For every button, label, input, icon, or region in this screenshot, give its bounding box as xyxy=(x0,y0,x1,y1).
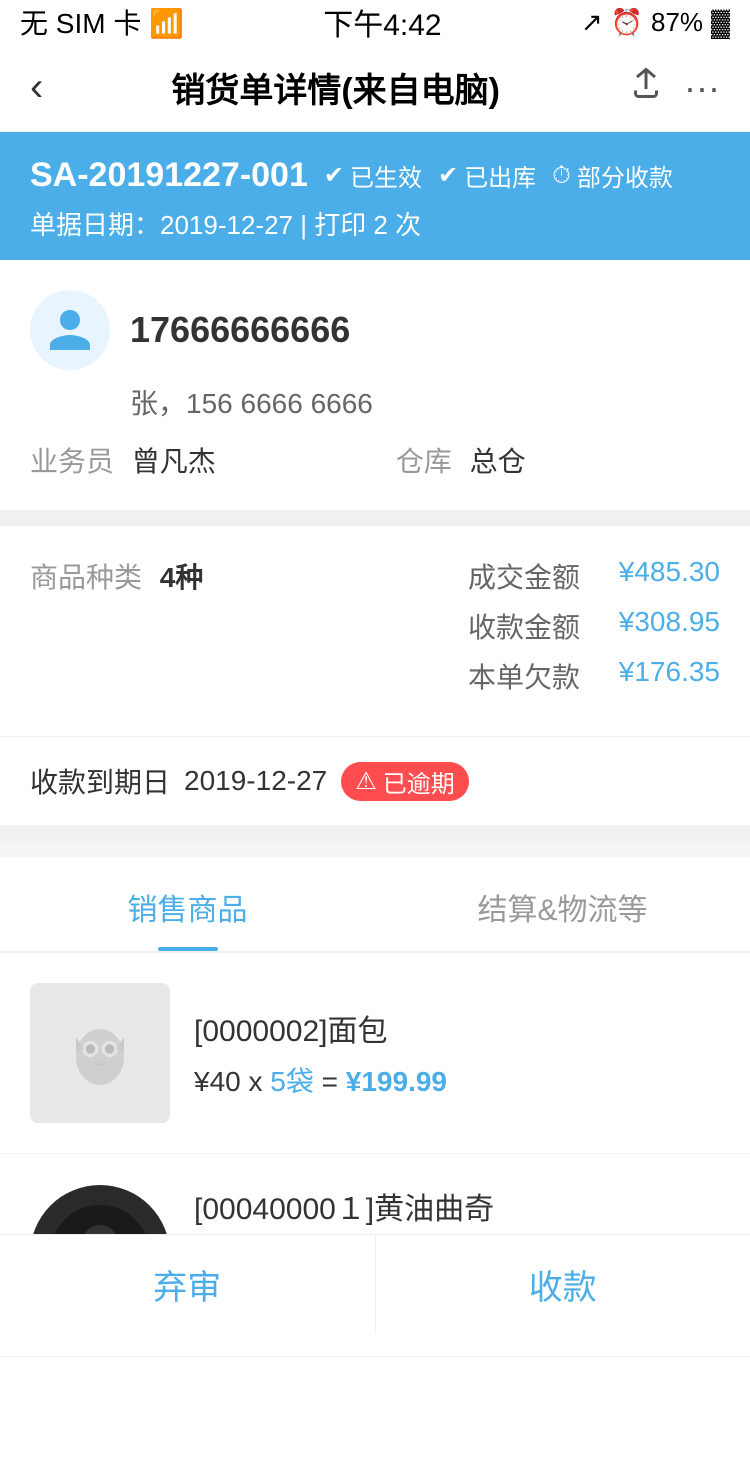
transaction-row: 成交金额 ¥485.30 xyxy=(468,556,720,596)
status-effected: ✔ 已生效 xyxy=(324,158,422,193)
location-icon: ↗ xyxy=(581,7,603,38)
due-date: 2019-12-27 xyxy=(184,765,327,797)
status-time: 下午4:42 xyxy=(323,0,441,44)
product-name-2: [00040000１]黄油曲奇 xyxy=(194,1184,720,1228)
tab-settlement[interactable]: 结算&物流等 xyxy=(375,857,750,951)
product-info-1: [0000002]面包 ¥40 x 5袋 = ¥199.99 xyxy=(194,1006,720,1100)
share-icon[interactable] xyxy=(628,65,664,110)
clock-icon: ⏱ xyxy=(552,162,571,190)
warning-icon: ⚠ xyxy=(355,767,377,796)
product-types: 商品种类 4种 xyxy=(30,556,203,596)
status-partial: ⏱ 部分收款 xyxy=(552,158,673,193)
product-name-1: [0000002]面包 xyxy=(194,1006,720,1050)
customer-name: 张，156 6666 6666 xyxy=(130,382,720,422)
confirm-button[interactable]: 收款 xyxy=(376,1235,750,1334)
due-date-section: 收款到期日 2019-12-27 ⚠ 已逾期 xyxy=(0,736,750,825)
tabs-section: 销售商品 结算&物流等 xyxy=(0,857,750,1477)
overdue-badge: ⚠ 已逾期 xyxy=(341,762,469,801)
received-row: 收款金额 ¥308.95 xyxy=(468,606,720,646)
due-label: 收款到期日 xyxy=(30,761,170,801)
nav-actions: ··· xyxy=(628,65,720,110)
order-date: 单据日期：2019-12-27 | 打印 2 次 xyxy=(30,205,720,242)
product-item: [0000002]面包 ¥40 x 5袋 = ¥199.99 xyxy=(0,953,750,1154)
divider-2 xyxy=(0,825,750,841)
owed-row: 本单欠款 ¥176.35 xyxy=(468,656,720,696)
alarm-icon: ⏰ xyxy=(611,7,643,38)
cancel-button[interactable]: 弃审 xyxy=(0,1235,376,1334)
product-price-1: ¥40 x 5袋 = ¥199.99 xyxy=(194,1060,720,1100)
customer-avatar xyxy=(30,290,110,370)
check-icon: ✔ xyxy=(324,161,344,190)
nav-bar: ‹ 销货单详情(来自电脑) ··· xyxy=(0,44,750,132)
customer-section: 17666666666 张，156 6666 6666 业务员 曾凡杰 仓库 总… xyxy=(0,260,750,510)
battery-icon: ▓ xyxy=(711,7,730,38)
status-bar: 无 SIM 卡 📶 下午4:42 ↗ ⏰ 87% ▓ xyxy=(0,0,750,44)
order-id: SA-20191227-001 xyxy=(30,156,308,195)
bottom-bar: 弃审 收款 xyxy=(0,1234,750,1334)
warehouse: 仓库 总仓 xyxy=(396,440,526,480)
tab-sales-products[interactable]: 销售商品 xyxy=(0,857,375,951)
divider-1 xyxy=(0,510,750,526)
product-image-1 xyxy=(30,983,170,1123)
summary-section: 商品种类 4种 成交金额 ¥485.30 收款金额 ¥308.95 本单欠款 ¥… xyxy=(0,526,750,736)
check-icon-2: ✔ xyxy=(438,161,458,190)
more-button[interactable]: ··· xyxy=(684,67,720,109)
tabs-header: 销售商品 结算&物流等 xyxy=(0,857,750,953)
sales-person: 业务员 曾凡杰 xyxy=(30,440,216,480)
status-right: ↗ ⏰ 87% ▓ xyxy=(581,7,730,38)
battery: 87% xyxy=(651,7,703,38)
order-banner: SA-20191227-001 ✔ 已生效 ✔ 已出库 ⏱ 部分收款 单据日期：… xyxy=(0,132,750,260)
page-title: 销货单详情(来自电脑) xyxy=(171,63,500,112)
customer-id: 17666666666 xyxy=(130,309,350,351)
product-list: [0000002]面包 ¥40 x 5袋 = ¥199.99 xyxy=(0,953,750,1477)
back-button[interactable]: ‹ xyxy=(30,65,43,110)
bottom-spacer xyxy=(0,1357,750,1477)
status-shipped: ✔ 已出库 xyxy=(438,158,536,193)
financial-summary: 成交金额 ¥485.30 收款金额 ¥308.95 本单欠款 ¥176.35 xyxy=(468,556,720,706)
status-left: 无 SIM 卡 📶 xyxy=(20,2,184,42)
customer-meta: 业务员 曾凡杰 仓库 总仓 xyxy=(30,440,720,480)
